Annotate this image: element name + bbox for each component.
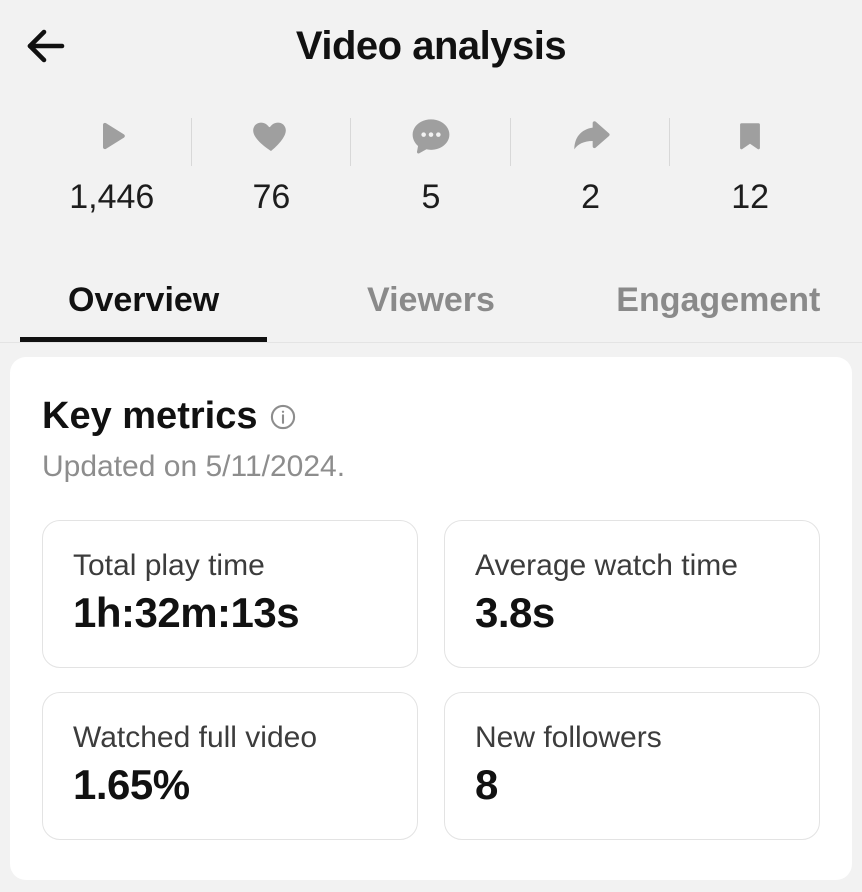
stat-plays[interactable]: 1,446 <box>32 112 192 217</box>
stat-comments[interactable]: 5 <box>351 112 511 217</box>
stat-value: 76 <box>252 178 290 217</box>
metric-watched-full-video[interactable]: Watched full video 1.65% <box>42 692 418 840</box>
metric-label: Average watch time <box>475 549 789 583</box>
stat-value: 1,446 <box>69 178 154 217</box>
stat-shares[interactable]: 2 <box>511 112 671 217</box>
section-heading-row: Key metrics <box>42 395 820 438</box>
tab-viewers[interactable]: Viewers <box>287 267 574 342</box>
metrics-grid: Total play time 1h:32m:13s Average watch… <box>42 520 820 840</box>
updated-on: Updated on 5/11/2024. <box>42 450 820 484</box>
stat-value: 5 <box>422 178 441 217</box>
info-icon[interactable] <box>269 403 297 431</box>
tabs: Overview Viewers Engagement <box>0 267 862 343</box>
play-icon <box>94 112 130 160</box>
tab-engagement[interactable]: Engagement <box>575 267 862 342</box>
metric-value: 8 <box>475 761 789 809</box>
metric-new-followers[interactable]: New followers 8 <box>444 692 820 840</box>
tab-overview[interactable]: Overview <box>0 267 287 342</box>
metric-value: 3.8s <box>475 589 789 637</box>
metric-value: 1h:32m:13s <box>73 589 387 637</box>
metric-value: 1.65% <box>73 761 387 809</box>
metric-average-watch-time[interactable]: Average watch time 3.8s <box>444 520 820 668</box>
stats-row: 1,446 76 5 2 12 <box>0 112 862 267</box>
metric-total-play-time[interactable]: Total play time 1h:32m:13s <box>42 520 418 668</box>
stat-likes[interactable]: 76 <box>192 112 352 217</box>
key-metrics-heading: Key metrics <box>42 395 257 438</box>
stat-value: 12 <box>731 178 769 217</box>
stat-value: 2 <box>581 178 600 217</box>
page-title: Video analysis <box>296 24 566 69</box>
heart-icon <box>251 112 291 160</box>
metric-label: Total play time <box>73 549 387 583</box>
metric-label: Watched full video <box>73 721 387 755</box>
back-button[interactable] <box>22 22 70 70</box>
stat-bookmarks[interactable]: 12 <box>670 112 830 217</box>
bookmark-icon <box>733 112 767 160</box>
share-icon <box>571 112 611 160</box>
header: Video analysis <box>0 0 862 92</box>
back-arrow-icon <box>22 22 70 70</box>
key-metrics-card: Key metrics Updated on 5/11/2024. Total … <box>10 357 852 880</box>
comment-icon <box>410 112 452 160</box>
metric-label: New followers <box>475 721 789 755</box>
